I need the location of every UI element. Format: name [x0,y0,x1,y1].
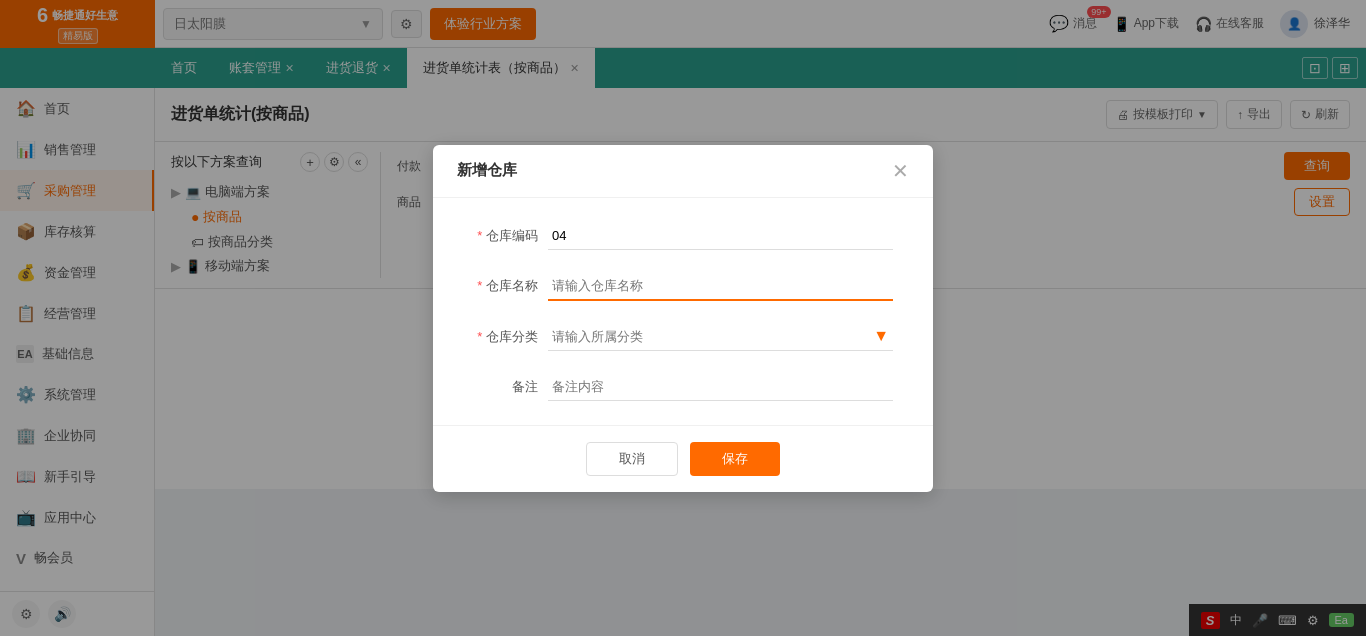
category-required-star: * [477,329,486,344]
modal-overlay: 新增仓库 ✕ * 仓库编码 * 仓库名称 * 仓库分类 [0,0,1366,636]
warehouse-name-input[interactable] [548,272,893,301]
modal-footer: 取消 保存 [433,425,933,492]
modal-header: 新增仓库 ✕ [433,145,933,198]
note-input[interactable] [548,373,893,401]
category-label: * 仓库分类 [473,328,548,346]
category-select-wrap[interactable]: ▼ [548,323,893,351]
modal-title: 新增仓库 [457,161,517,180]
category-dropdown-icon: ▼ [873,327,893,345]
code-required-star: * [477,228,486,243]
warehouse-code-input[interactable] [548,222,893,250]
modal-body: * 仓库编码 * 仓库名称 * 仓库分类 ▼ [433,198,933,425]
code-form-row: * 仓库编码 [473,222,893,250]
cancel-btn[interactable]: 取消 [586,442,678,476]
modal-close-btn[interactable]: ✕ [892,161,909,181]
name-required-star: * [477,278,486,293]
category-select-input[interactable] [548,323,873,350]
code-label: * 仓库编码 [473,227,548,245]
name-label: * 仓库名称 [473,277,548,295]
note-label: 备注 [473,378,548,396]
note-form-row: 备注 [473,373,893,401]
category-form-row: * 仓库分类 ▼ [473,323,893,351]
name-form-row: * 仓库名称 [473,272,893,301]
save-btn[interactable]: 保存 [690,442,780,476]
new-warehouse-modal: 新增仓库 ✕ * 仓库编码 * 仓库名称 * 仓库分类 [433,145,933,492]
